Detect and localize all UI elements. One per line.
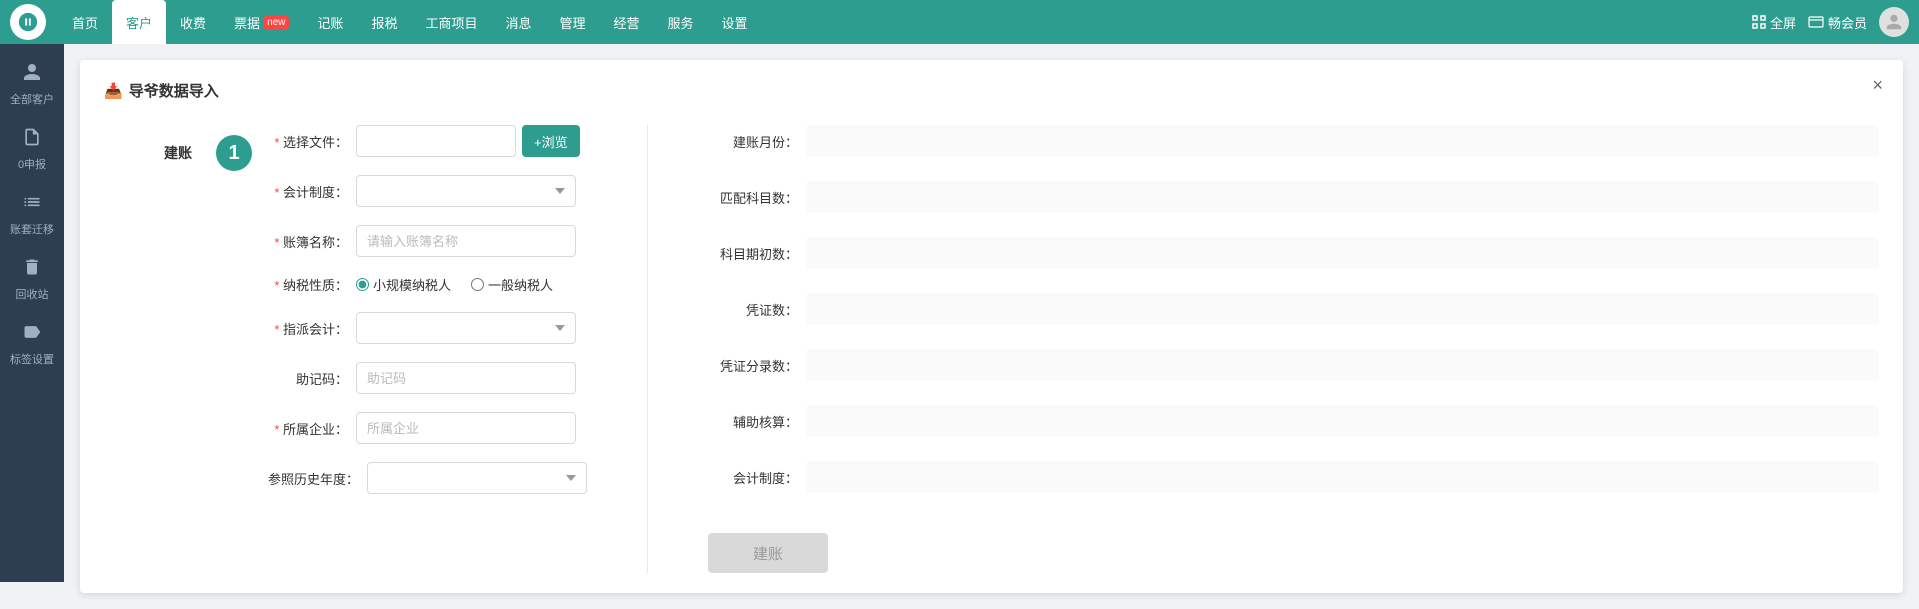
nav-item-operations[interactable]: 经营 — [600, 0, 654, 44]
dialog-title-icon: 📥 — [104, 82, 123, 100]
ledger-name-input[interactable] — [356, 225, 576, 257]
nav-item-invoice[interactable]: 票据 new — [220, 0, 303, 44]
voucher-entries-row: 凭证分录数： — [708, 349, 1879, 381]
memo-row: 助记码： — [268, 362, 587, 394]
general-taxpayer-radio[interactable] — [471, 278, 484, 291]
sidebar-item-recycle[interactable]: 回收站 — [0, 249, 64, 310]
history-year-select[interactable] — [367, 462, 587, 494]
voucher-entries-label: 凭证分录数： — [708, 356, 798, 375]
recycle-icon — [22, 257, 42, 282]
small-taxpayer-radio[interactable] — [356, 278, 369, 291]
nav-item-messages[interactable]: 消息 — [491, 0, 545, 44]
sidebar-item-tags[interactable]: 标签设置 — [0, 314, 64, 375]
file-input-row: +浏览 — [356, 125, 580, 157]
company-label: 所属企业： — [268, 419, 348, 438]
tax-type-radio-group: 小规模纳税人 一般纳税人 — [356, 275, 553, 294]
avatar[interactable] — [1879, 7, 1909, 37]
tags-icon — [22, 322, 42, 347]
nav-item-billing[interactable]: 收费 — [166, 0, 220, 44]
voucher-entries-value — [806, 349, 1879, 381]
ledger-name-label: 账簿名称： — [268, 232, 348, 251]
sidebar-item-zero-declare[interactable]: 0申报 — [0, 119, 64, 180]
dialog-close-button[interactable]: × — [1872, 76, 1883, 94]
right-accounting-system-row: 会计制度： — [708, 461, 1879, 493]
company-input[interactable] — [356, 412, 576, 444]
accounting-system-row: 会计制度： — [268, 175, 587, 207]
top-nav: 首页 客户 收费 票据 new 记账 报税 工商项目 消息 管理 经营 — [0, 0, 1919, 44]
member-button[interactable]: 畅会员 — [1808, 13, 1867, 32]
sidebar: 全部客户 0申报 账套迁移 回收站 标签设置 — [0, 44, 64, 582]
init-balance-value — [806, 237, 1879, 269]
step-label: 建账 — [164, 143, 192, 163]
right-accounting-system-value — [806, 461, 1879, 493]
init-balance-row: 科目期初数： — [708, 237, 1879, 269]
ledger-name-row: 账簿名称： — [268, 225, 587, 257]
tax-type-row: 纳税性质： 小规模纳税人 一般纳税人 — [268, 275, 587, 294]
history-year-label: 参照历史年度： — [268, 469, 359, 488]
memo-label: 助记码： — [268, 369, 348, 388]
aux-accounting-value — [806, 405, 1879, 437]
accounting-system-select[interactable] — [356, 175, 576, 207]
step-number: 1 — [216, 135, 252, 171]
form-fields: 选择文件： +浏览 会计制度： — [268, 125, 587, 512]
accounting-system-label: 会计制度： — [268, 182, 348, 201]
sidebar-item-migrate[interactable]: 账套迁移 — [0, 184, 64, 245]
nav-item-customers[interactable]: 客户 — [112, 0, 166, 44]
nav-item-services[interactable]: 服务 — [654, 0, 708, 44]
file-row: 选择文件： +浏览 — [268, 125, 587, 157]
dialog-title-text: 导爷数据导入 — [129, 80, 219, 101]
memo-input[interactable] — [356, 362, 576, 394]
nav-item-settings[interactable]: 设置 — [708, 0, 762, 44]
zero-declare-icon — [22, 127, 42, 152]
sidebar-item-all-customers[interactable]: 全部客户 — [0, 54, 64, 115]
form-body: 建账 1 选择文件： +浏览 会计制度： — [104, 125, 1879, 573]
general-taxpayer-option[interactable]: 一般纳税人 — [471, 275, 553, 294]
vertical-divider — [647, 125, 648, 573]
right-accounting-system-label: 会计制度： — [708, 468, 798, 487]
aux-accounting-label: 辅助核算： — [708, 412, 798, 431]
nav-items: 首页 客户 收费 票据 new 记账 报税 工商项目 消息 管理 经营 — [58, 0, 1752, 44]
nav-item-tax[interactable]: 报税 — [357, 0, 411, 44]
step-section: 建账 1 选择文件： +浏览 会计制度： — [164, 125, 587, 573]
build-account-button[interactable]: 建账 — [708, 533, 828, 573]
nav-item-business[interactable]: 工商项目 — [411, 0, 491, 44]
all-customers-icon — [22, 62, 42, 87]
month-row: 建账月份： — [708, 125, 1879, 157]
accountant-select[interactable] — [356, 312, 576, 344]
top-nav-right: 全屏 畅会员 — [1752, 7, 1909, 37]
main-content: 📥 导爷数据导入 × 建账 1 选择文件： +浏览 — [64, 44, 1919, 609]
nav-item-bookkeeping[interactable]: 记账 — [303, 0, 357, 44]
file-text-input[interactable] — [356, 125, 516, 157]
vouchers-label: 凭证数： — [708, 300, 798, 319]
vouchers-row: 凭证数： — [708, 293, 1879, 325]
accountant-label: 指派会计： — [268, 319, 348, 338]
right-panel: 建账月份： 匹配科目数： 科目期初数： 凭证数： 凭证分录数： — [708, 125, 1879, 573]
history-year-row: 参照历史年度： — [268, 462, 587, 494]
nav-item-home[interactable]: 首页 — [58, 0, 112, 44]
match-subjects-label: 匹配科目数： — [708, 188, 798, 207]
small-taxpayer-option[interactable]: 小规模纳税人 — [356, 275, 451, 294]
dialog-card: 📥 导爷数据导入 × 建账 1 选择文件： +浏览 — [80, 60, 1903, 593]
fullscreen-button[interactable]: 全屏 — [1752, 13, 1796, 32]
nav-item-management[interactable]: 管理 — [545, 0, 599, 44]
new-badge: new — [263, 16, 289, 29]
month-value — [806, 125, 1879, 157]
init-balance-label: 科目期初数： — [708, 244, 798, 263]
dialog-title: 📥 导爷数据导入 — [104, 80, 1879, 101]
tax-type-label: 纳税性质： — [268, 275, 348, 294]
browse-button[interactable]: +浏览 — [522, 125, 580, 157]
vouchers-value — [806, 293, 1879, 325]
aux-accounting-row: 辅助核算： — [708, 405, 1879, 437]
accountant-row: 指派会计： — [268, 312, 587, 344]
match-subjects-value — [806, 181, 1879, 213]
company-row: 所属企业： — [268, 412, 587, 444]
migrate-icon — [22, 192, 42, 217]
match-subjects-row: 匹配科目数： — [708, 181, 1879, 213]
file-label: 选择文件： — [268, 132, 348, 151]
month-label: 建账月份： — [708, 132, 798, 151]
logo[interactable] — [10, 4, 46, 40]
